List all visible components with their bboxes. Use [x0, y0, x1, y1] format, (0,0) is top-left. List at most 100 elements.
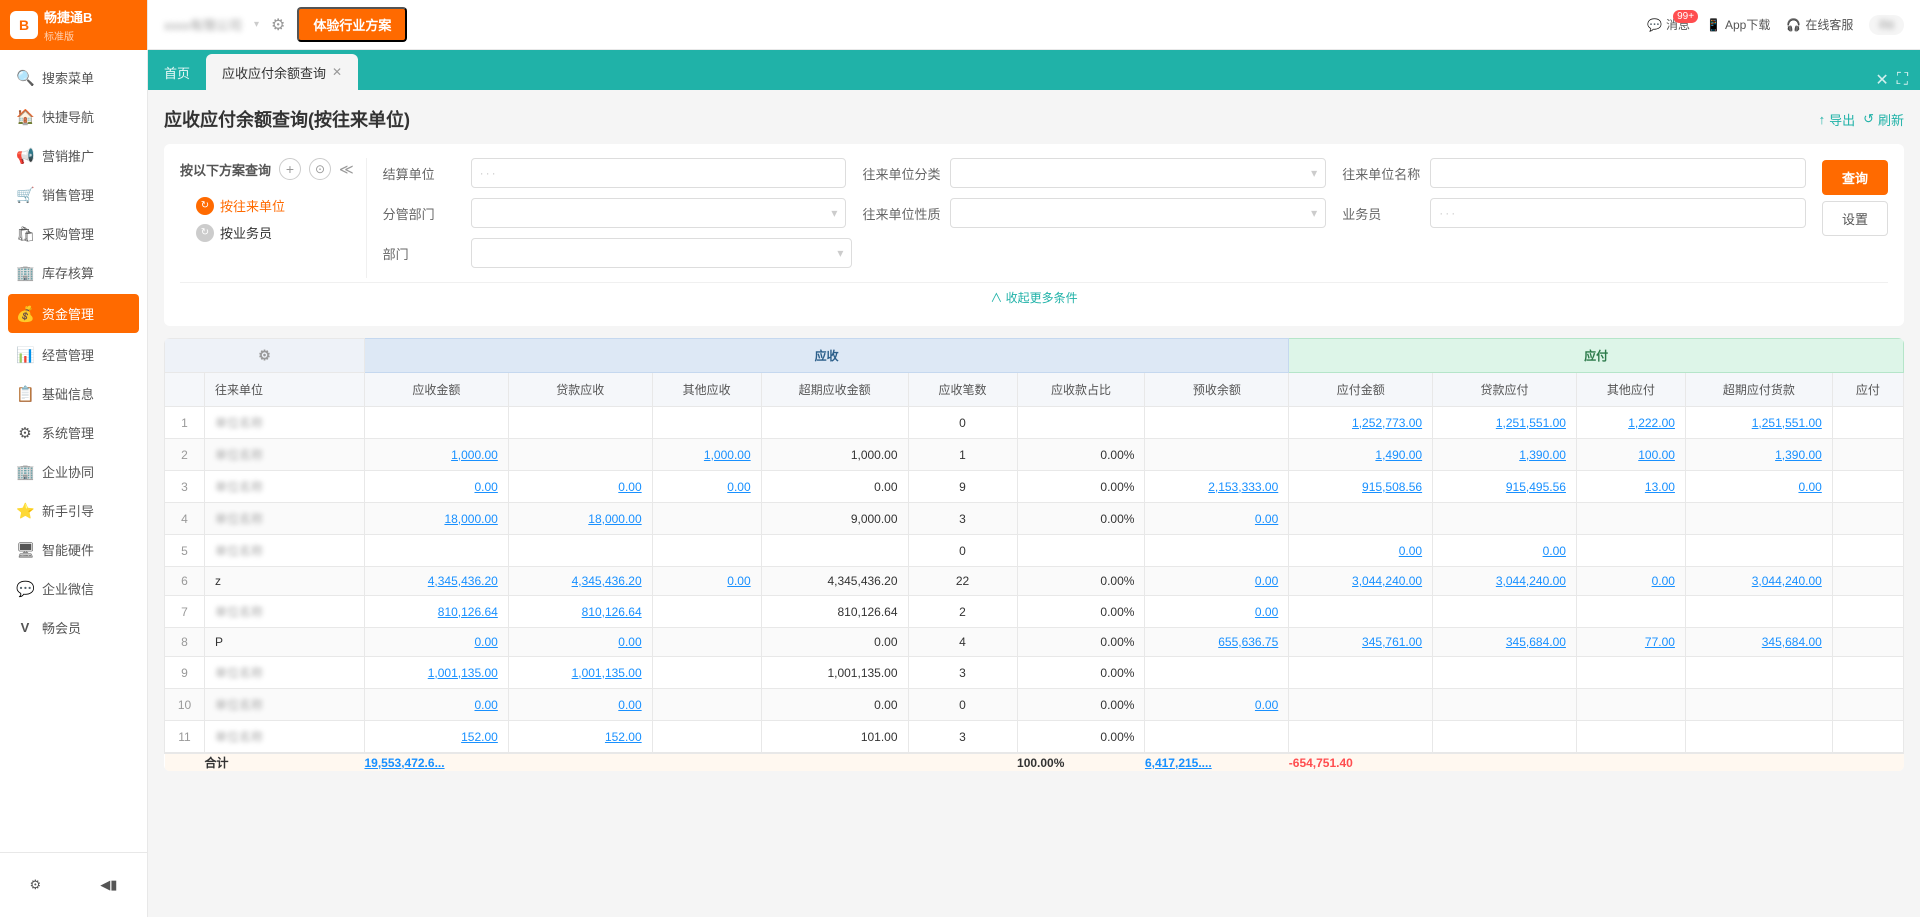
sidebar-item-base[interactable]: 📋基础信息: [0, 374, 147, 413]
table-cell[interactable]: 915,508.56: [1289, 471, 1433, 503]
app-download-button[interactable]: 📱 App下载: [1706, 16, 1770, 33]
table-cell[interactable]: 3,044,240.00: [1289, 567, 1433, 596]
table-cell[interactable]: 0.00: [508, 689, 652, 721]
table-row: 10单位名称0.000.000.0000.00%0.00: [165, 689, 1904, 721]
table-cell[interactable]: 3,044,240.00: [1685, 567, 1832, 596]
footer-ar-amount[interactable]: 19,553,472.6...: [365, 753, 509, 771]
message-button[interactable]: 💬 消息 99+: [1647, 16, 1690, 33]
table-row: 9单位名称1,001,135.001,001,135.001,001,135.0…: [165, 657, 1904, 689]
table-cell[interactable]: 100.00: [1576, 439, 1685, 471]
table-cell[interactable]: 0.00: [652, 567, 761, 596]
sidebar-collapse-button[interactable]: ◀▮: [84, 869, 133, 901]
filter-salesman-input[interactable]: ···: [1430, 198, 1806, 228]
tab-ar-query[interactable]: 应收应付余额查询 ✕: [206, 54, 358, 90]
table-settings-icon[interactable]: ⚙: [258, 347, 271, 363]
table-cell[interactable]: 0.00: [1145, 503, 1289, 535]
promo-button[interactable]: 体验行业方案: [297, 7, 407, 42]
sidebar-item-sales[interactable]: 🛒销售管理: [0, 175, 147, 214]
sidebar-item-ops[interactable]: 📊经营管理: [0, 335, 147, 374]
table-cell[interactable]: 345,761.00: [1289, 628, 1433, 657]
table-cell[interactable]: 1,252,773.00: [1289, 407, 1433, 439]
table-cell[interactable]: 4,345,436.20: [365, 567, 509, 596]
sidebar-item-hardware[interactable]: 🖥智能硬件: [0, 530, 147, 569]
table-cell[interactable]: 4,345,436.20: [508, 567, 652, 596]
filter-jiesuan-input[interactable]: ···: [471, 158, 847, 188]
setting-button[interactable]: 设置: [1822, 201, 1888, 236]
filter-unitname-input[interactable]: [1430, 158, 1806, 188]
service-button[interactable]: 🎧 在线客服: [1786, 16, 1853, 33]
table-cell[interactable]: 0.00: [508, 471, 652, 503]
sidebar-item-finance[interactable]: 💰资金管理: [8, 294, 139, 333]
table-cell[interactable]: 152.00: [365, 721, 509, 754]
table-cell[interactable]: 1,001,135.00: [508, 657, 652, 689]
topbar-gear-icon[interactable]: ⚙: [271, 15, 285, 35]
scheme-item-unit[interactable]: ↻ 按往来单位: [188, 192, 354, 219]
table-cell[interactable]: 655,636.75: [1145, 628, 1289, 657]
tab-home[interactable]: 首页: [148, 54, 206, 90]
table-cell: [652, 407, 761, 439]
tab-close-window-icon[interactable]: ✕: [1875, 70, 1888, 90]
user-info[interactable]: Rit: [1869, 15, 1904, 35]
sidebar-item-inventory[interactable]: 🏢库存核算: [0, 253, 147, 292]
sidebar-item-search[interactable]: 🔍搜索菜单: [0, 58, 147, 97]
table-cell[interactable]: 0.00: [1145, 596, 1289, 628]
export-button[interactable]: ↑ 导出: [1819, 110, 1856, 129]
sidebar-item-vip[interactable]: V畅会员: [0, 608, 147, 647]
filter-settings-button[interactable]: ⊙: [309, 158, 331, 180]
filter-add-button[interactable]: +: [279, 158, 301, 180]
table-cell[interactable]: 2,153,333.00: [1145, 471, 1289, 503]
sidebar-item-wechat[interactable]: 💬企业微信: [0, 569, 147, 608]
table-cell[interactable]: 3,044,240.00: [1433, 567, 1577, 596]
table-cell[interactable]: 0.00: [1289, 535, 1433, 567]
filter-collapse-button[interactable]: ∧ 收起更多条件: [180, 282, 1888, 312]
sidebar-item-guide[interactable]: ⭐新手引导: [0, 491, 147, 530]
sidebar-item-marketing[interactable]: 📢营销推广: [0, 136, 147, 175]
footer-ar-prepay[interactable]: 6,417,215....: [1145, 753, 1289, 771]
table-cell[interactable]: 1,251,551.00: [1433, 407, 1577, 439]
table-cell[interactable]: 1,390.00: [1685, 439, 1832, 471]
table-cell[interactable]: 1,000.00: [365, 439, 509, 471]
sidebar-item-corp[interactable]: 🏢企业协同: [0, 452, 147, 491]
filter-collapse-icon[interactable]: ≪: [339, 161, 354, 178]
filter-fenguan-input[interactable]: ▾: [471, 198, 847, 228]
sidebar-settings-button[interactable]: ⚙: [14, 869, 58, 901]
table-cell[interactable]: 0.00: [1576, 567, 1685, 596]
table-cell[interactable]: 1,000.00: [652, 439, 761, 471]
table-cell[interactable]: 0.00: [1145, 689, 1289, 721]
table-cell[interactable]: 1,001,135.00: [365, 657, 509, 689]
table-cell[interactable]: 13.00: [1576, 471, 1685, 503]
table-cell[interactable]: 345,684.00: [1433, 628, 1577, 657]
filter-fenlei-input[interactable]: ▾: [950, 158, 1326, 188]
scheme-item-staff[interactable]: ↻ 按业务员: [188, 219, 354, 246]
table-cell[interactable]: 810,126.64: [508, 596, 652, 628]
table-cell[interactable]: 0.00: [652, 471, 761, 503]
table-cell[interactable]: 77.00: [1576, 628, 1685, 657]
th-ap-group: 应付: [1289, 339, 1904, 373]
table-cell[interactable]: 18,000.00: [508, 503, 652, 535]
table-cell[interactable]: 915,495.56: [1433, 471, 1577, 503]
table-cell[interactable]: 0.00: [1433, 535, 1577, 567]
table-cell[interactable]: 0.00: [1685, 471, 1832, 503]
filter-unitnature-input[interactable]: ▾: [950, 198, 1326, 228]
sidebar-item-purchase[interactable]: 🛍采购管理: [0, 214, 147, 253]
table-cell[interactable]: 345,684.00: [1685, 628, 1832, 657]
sidebar-item-quick-nav[interactable]: 🏠快捷导航: [0, 97, 147, 136]
table-cell[interactable]: 18,000.00: [365, 503, 509, 535]
table-cell[interactable]: 1,490.00: [1289, 439, 1433, 471]
table-cell[interactable]: 810,126.64: [365, 596, 509, 628]
tab-maximize-icon[interactable]: ⛶: [1897, 71, 1908, 89]
sidebar-item-system[interactable]: ⚙系统管理: [0, 413, 147, 452]
filter-dept-input[interactable]: ▾: [471, 238, 853, 268]
table-cell[interactable]: 1,222.00: [1576, 407, 1685, 439]
table-cell[interactable]: 0.00: [508, 628, 652, 657]
query-button[interactable]: 查询: [1822, 160, 1888, 195]
table-cell[interactable]: 0.00: [365, 628, 509, 657]
table-cell[interactable]: 0.00: [1145, 567, 1289, 596]
table-cell[interactable]: 1,390.00: [1433, 439, 1577, 471]
tab-close-icon[interactable]: ✕: [332, 65, 342, 79]
table-cell[interactable]: 0.00: [365, 471, 509, 503]
table-cell[interactable]: 1,251,551.00: [1685, 407, 1832, 439]
table-cell[interactable]: 0.00: [365, 689, 509, 721]
table-cell[interactable]: 152.00: [508, 721, 652, 754]
refresh-button[interactable]: ↺ 刷新: [1863, 110, 1904, 129]
